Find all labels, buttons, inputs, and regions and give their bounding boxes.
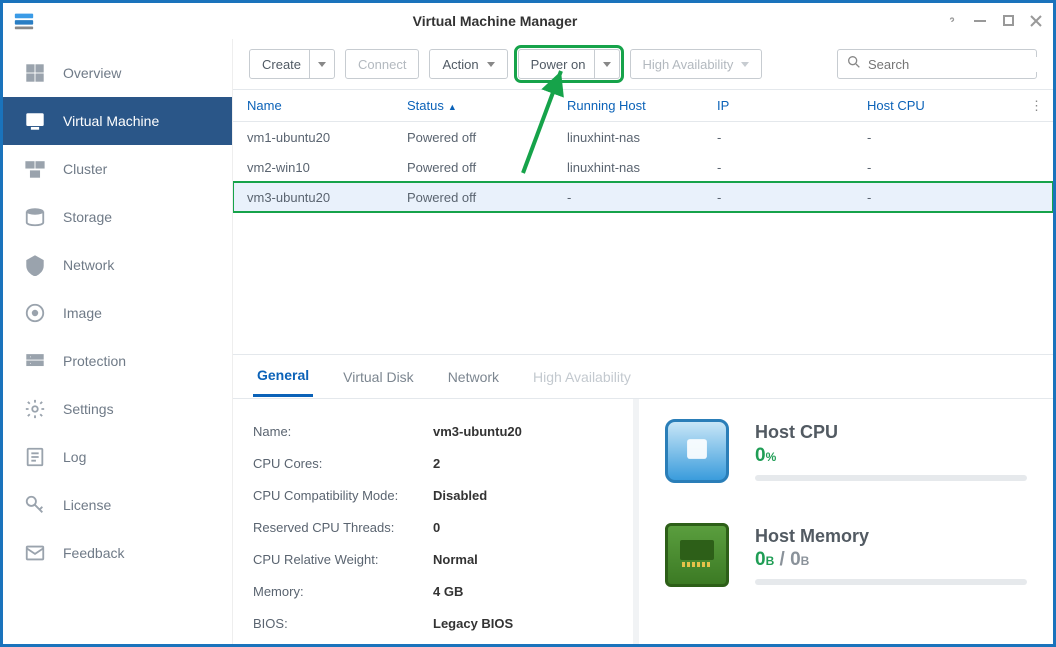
tab-general[interactable]: General — [253, 356, 313, 397]
sidebar-item-license[interactable]: License — [3, 481, 232, 529]
key-icon — [23, 493, 47, 517]
sidebar-item-overview[interactable]: Overview — [3, 49, 232, 97]
toolbar: Create Connect Action Power on High Avai… — [233, 39, 1053, 89]
detail-properties: Name:vm3-ubuntu20 CPU Cores:2 CPU Compat… — [233, 399, 633, 644]
detail-tabs: General Virtual Disk Network High Availa… — [233, 355, 1053, 399]
sidebar-item-settings[interactable]: Settings — [3, 385, 232, 433]
sidebar-item-log[interactable]: Log — [3, 433, 232, 481]
app-window: Virtual Machine Manager Overview Virtual… — [0, 0, 1056, 647]
sidebar: Overview Virtual Machine Cluster Storage… — [3, 39, 233, 644]
table-row[interactable]: vm2-win10 Powered off linuxhint-nas - - — [233, 152, 1053, 182]
sidebar-item-label: Protection — [63, 353, 126, 369]
table-row[interactable]: vm3-ubuntu20 Powered off - - - — [233, 182, 1053, 212]
column-cpu[interactable]: Host CPU — [853, 98, 1030, 113]
sidebar-item-label: License — [63, 497, 111, 513]
close-icon[interactable] — [1029, 14, 1043, 28]
cpu-icon — [680, 432, 714, 471]
sidebar-item-label: Storage — [63, 209, 112, 225]
search-box[interactable] — [837, 49, 1037, 79]
host-memory-metric: Host Memory 0B / 0B — [665, 523, 1027, 587]
tab-virtual-disk[interactable]: Virtual Disk — [339, 358, 418, 396]
sidebar-item-image[interactable]: Image — [3, 289, 232, 337]
sidebar-item-cluster[interactable]: Cluster — [3, 145, 232, 193]
image-icon — [23, 301, 47, 325]
column-menu-icon[interactable]: ⋮ — [1030, 98, 1053, 114]
tab-high-availability[interactable]: High Availability — [529, 358, 635, 396]
log-icon — [23, 445, 47, 469]
titlebar: Virtual Machine Manager — [3, 3, 1053, 39]
detail-metrics: Host CPU 0% Host Memory — [639, 399, 1053, 644]
overview-icon — [23, 61, 47, 85]
detail-panel: General Virtual Disk Network High Availa… — [233, 354, 1053, 644]
sidebar-item-virtual-machine[interactable]: Virtual Machine — [3, 97, 232, 145]
sidebar-item-label: Image — [63, 305, 102, 321]
memory-icon — [678, 538, 716, 573]
sidebar-item-label: Network — [63, 257, 114, 273]
window-title: Virtual Machine Manager — [45, 13, 945, 29]
network-icon — [23, 253, 47, 277]
sidebar-item-storage[interactable]: Storage — [3, 193, 232, 241]
metric-value: 0B / 0B — [755, 549, 1027, 571]
column-host[interactable]: Running Host — [553, 98, 703, 113]
envelope-icon — [23, 541, 47, 565]
connect-button[interactable]: Connect — [345, 49, 419, 79]
table-row[interactable]: vm1-ubuntu20 Powered off linuxhint-nas -… — [233, 122, 1053, 152]
sidebar-item-label: Overview — [63, 65, 121, 81]
minimize-icon[interactable] — [973, 14, 987, 28]
maximize-icon[interactable] — [1001, 14, 1015, 28]
sidebar-item-label: Cluster — [63, 161, 107, 177]
chevron-down-icon[interactable] — [309, 50, 334, 78]
metric-title: Host Memory — [755, 526, 1027, 547]
action-button[interactable]: Action — [429, 49, 507, 79]
tab-network[interactable]: Network — [444, 358, 503, 396]
app-icon — [13, 10, 35, 32]
host-cpu-metric: Host CPU 0% — [665, 419, 1027, 483]
power-on-button[interactable]: Power on — [518, 49, 620, 79]
main-panel: Create Connect Action Power on High Avai… — [233, 39, 1053, 644]
high-availability-button[interactable]: High Availability — [630, 49, 763, 79]
metric-value: 0% — [755, 445, 1027, 467]
chevron-down-icon — [741, 62, 749, 67]
vm-icon — [23, 109, 47, 133]
sidebar-item-label: Virtual Machine — [63, 113, 159, 129]
sidebar-item-protection[interactable]: Protection — [3, 337, 232, 385]
help-icon[interactable] — [945, 14, 959, 28]
progress-bar — [755, 579, 1027, 585]
sidebar-item-label: Settings — [63, 401, 114, 417]
progress-bar — [755, 475, 1027, 481]
sidebar-item-network[interactable]: Network — [3, 241, 232, 289]
chevron-down-icon — [487, 62, 495, 67]
metric-title: Host CPU — [755, 422, 1027, 443]
storage-icon — [23, 205, 47, 229]
window-controls — [945, 14, 1043, 28]
gear-icon — [23, 397, 47, 421]
protection-icon — [23, 349, 47, 373]
search-input[interactable] — [868, 57, 1044, 72]
cluster-icon — [23, 157, 47, 181]
column-name[interactable]: Name — [233, 98, 393, 113]
chevron-down-icon[interactable] — [594, 50, 619, 78]
column-status[interactable]: Status▲ — [393, 98, 553, 113]
table-header: Name Status▲ Running Host IP Host CPU ⋮ — [233, 90, 1053, 122]
column-ip[interactable]: IP — [703, 98, 853, 113]
sidebar-item-label: Feedback — [63, 545, 124, 561]
sort-asc-icon: ▲ — [448, 102, 457, 112]
search-icon — [846, 54, 868, 75]
sidebar-item-feedback[interactable]: Feedback — [3, 529, 232, 577]
vm-table: Name Status▲ Running Host IP Host CPU ⋮ … — [233, 89, 1053, 212]
create-button[interactable]: Create — [249, 49, 335, 79]
sidebar-item-label: Log — [63, 449, 86, 465]
